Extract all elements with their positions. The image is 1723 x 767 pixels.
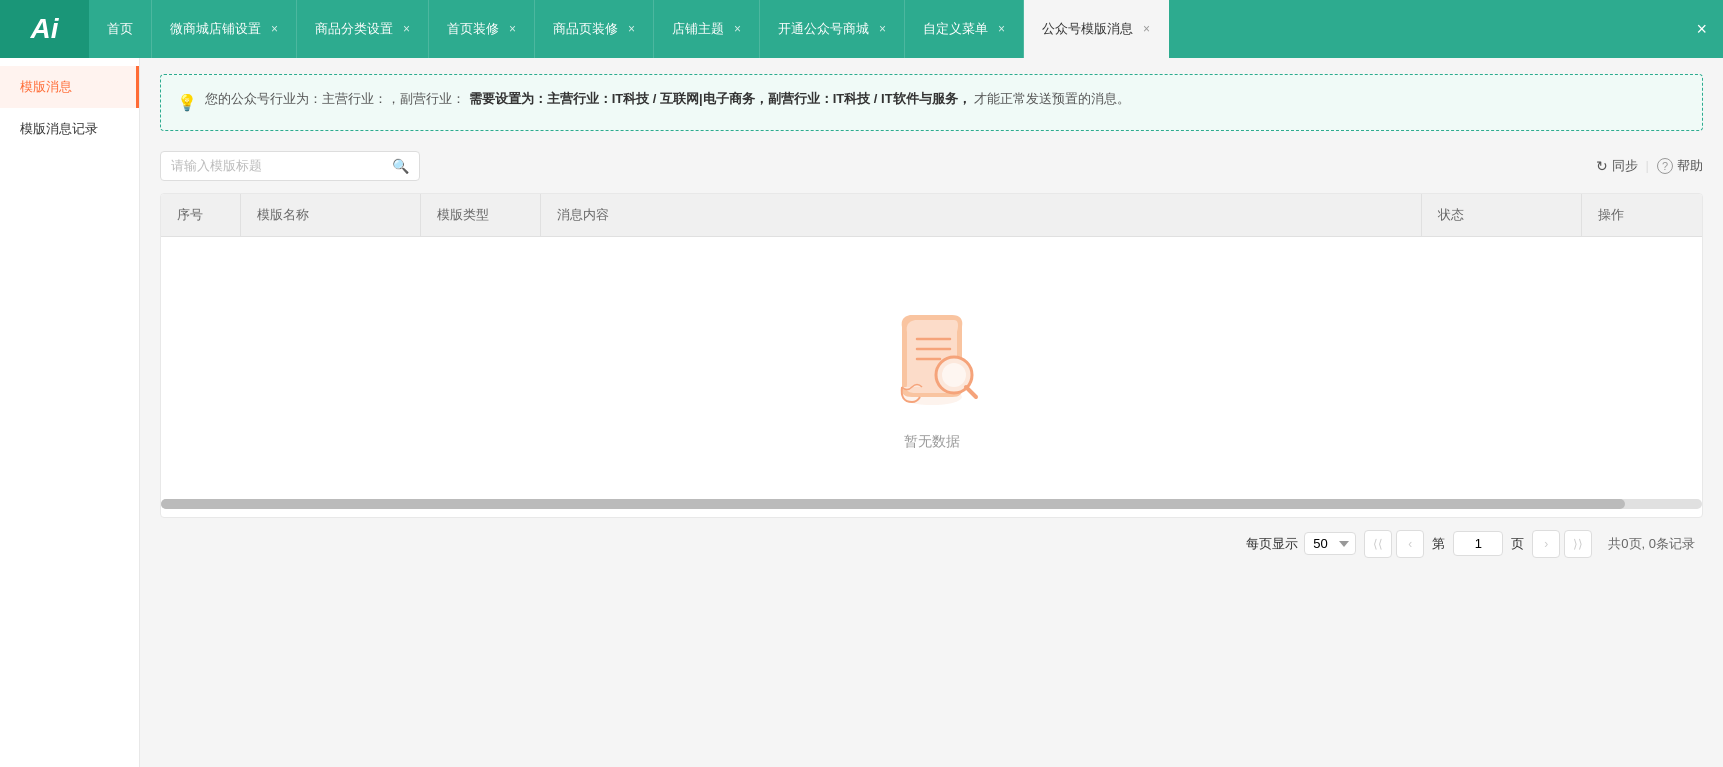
tab-home[interactable]: 首页 [89, 0, 152, 58]
notice-text: 您的公众号行业为：主营行业：，副营行业： 需要设置为：主营行业：IT科技 / 互… [205, 89, 1130, 110]
tab-product-decor-label: 商品页装修 [553, 20, 618, 38]
tab-homepage-decor-label: 首页装修 [447, 20, 499, 38]
search-input-wrap: 🔍 [160, 151, 420, 181]
table-header: 序号 模版名称 模版类型 消息内容 状态 操作 [161, 194, 1702, 237]
page-unit: 页 [1511, 535, 1524, 553]
help-button[interactable]: ? 帮助 [1657, 157, 1703, 175]
per-page-dropdown[interactable]: 50 10 20 100 [1304, 532, 1356, 555]
app-logo: Ai [0, 0, 89, 58]
empty-text: 暂无数据 [904, 433, 960, 451]
scrollbar-thumb [161, 499, 1625, 509]
sidebar-item-template-msg[interactable]: 模版消息 [0, 66, 139, 108]
tab-shop-setting-label: 微商城店铺设置 [170, 20, 261, 38]
tab-open-mall[interactable]: 开通公众号商城 × [760, 0, 905, 58]
tab-category-label: 商品分类设置 [315, 20, 393, 38]
tab-home-label: 首页 [107, 20, 133, 38]
total-info: 共0页, 0条记录 [1608, 535, 1695, 553]
tab-custom-menu-close[interactable]: × [998, 22, 1005, 36]
page-last-button[interactable]: ⟩⟩ [1564, 530, 1592, 558]
content-area: 💡 您的公众号行业为：主营行业：，副营行业： 需要设置为：主营行业：IT科技 /… [140, 58, 1723, 767]
svg-point-5 [942, 363, 966, 387]
col-content: 消息内容 [541, 194, 1422, 236]
empty-icon [872, 297, 992, 417]
tab-product-decor[interactable]: 商品页装修 × [535, 0, 654, 58]
data-table: 序号 模版名称 模版类型 消息内容 状态 操作 [160, 193, 1703, 518]
tab-template-msg-close[interactable]: × [1143, 22, 1150, 36]
toolbar-right: ↻ 同步 | ? 帮助 [1596, 157, 1703, 175]
main-layout: 模版消息 模版消息记录 💡 您的公众号行业为：主营行业：，副营行业： 需要设置为… [0, 58, 1723, 767]
sync-button[interactable]: ↻ 同步 [1596, 157, 1638, 175]
tab-homepage-decor[interactable]: 首页装修 × [429, 0, 535, 58]
tab-product-decor-close[interactable]: × [628, 22, 635, 36]
tab-theme-label: 店铺主题 [672, 20, 724, 38]
page-navigation: ⟨⟨ ‹ 第 页 › ⟩⟩ [1364, 530, 1592, 558]
sidebar-item-template-msg-record-label: 模版消息记录 [20, 121, 98, 136]
tab-shop-setting[interactable]: 微商城店铺设置 × [152, 0, 297, 58]
page-next-button[interactable]: › [1532, 530, 1560, 558]
page-input[interactable] [1453, 531, 1503, 556]
sync-icon: ↻ [1596, 158, 1608, 174]
search-button[interactable]: 🔍 [392, 158, 409, 174]
tab-category-close[interactable]: × [403, 22, 410, 36]
tab-theme-close[interactable]: × [734, 22, 741, 36]
tab-theme[interactable]: 店铺主题 × [654, 0, 760, 58]
horizontal-scrollbar[interactable] [161, 499, 1702, 509]
search-bar: 🔍 ↻ 同步 | ? 帮助 [160, 151, 1703, 181]
notice-prefix: 您的公众号行业为：主营行业：，副营行业： [205, 91, 465, 106]
empty-state: 暂无数据 [161, 237, 1702, 491]
nav-close-all-button[interactable]: × [1680, 19, 1723, 40]
col-index: 序号 [161, 194, 241, 236]
nav-tabs: 首页 微商城店铺设置 × 商品分类设置 × 首页装修 × 商品页装修 × 店铺主… [89, 0, 1680, 58]
tab-open-mall-close[interactable]: × [879, 22, 886, 36]
tab-custom-menu-label: 自定义菜单 [923, 20, 988, 38]
notice-highlight: 需要设置为：主营行业：IT科技 / 互联网|电子商务，副营行业：IT科技 / I… [469, 91, 971, 106]
notice-icon: 💡 [177, 90, 197, 116]
sidebar-item-template-msg-record[interactable]: 模版消息记录 [0, 108, 139, 150]
notice-box: 💡 您的公众号行业为：主营行业：，副营行业： 需要设置为：主营行业：IT科技 /… [160, 74, 1703, 131]
help-icon: ? [1657, 158, 1673, 174]
col-status: 状态 [1422, 194, 1582, 236]
sync-label: 同步 [1612, 157, 1638, 175]
top-nav: Ai 首页 微商城店铺设置 × 商品分类设置 × 首页装修 × 商品页装修 × … [0, 0, 1723, 58]
notice-suffix: 才能正常发送预置的消息。 [974, 91, 1130, 106]
page-first-button[interactable]: ⟨⟨ [1364, 530, 1392, 558]
tab-open-mall-label: 开通公众号商城 [778, 20, 869, 38]
svg-line-6 [966, 387, 976, 397]
page-prev-button[interactable]: ‹ [1396, 530, 1424, 558]
col-name: 模版名称 [241, 194, 421, 236]
col-action: 操作 [1582, 194, 1702, 236]
col-type: 模版类型 [421, 194, 541, 236]
tab-custom-menu[interactable]: 自定义菜单 × [905, 0, 1024, 58]
pagination: 每页显示 50 10 20 100 ⟨⟨ ‹ 第 页 › ⟩⟩ 共0页, 0条记… [160, 518, 1703, 570]
page-label: 第 [1432, 535, 1445, 553]
logo-text: Ai [31, 13, 59, 45]
sidebar-item-template-msg-label: 模版消息 [20, 79, 72, 94]
search-input[interactable] [171, 158, 386, 173]
tab-homepage-decor-close[interactable]: × [509, 22, 516, 36]
help-label: 帮助 [1677, 157, 1703, 175]
tab-template-msg-label: 公众号模版消息 [1042, 20, 1133, 38]
sidebar: 模版消息 模版消息记录 [0, 58, 140, 767]
tab-template-msg[interactable]: 公众号模版消息 × [1024, 0, 1169, 58]
per-page-select: 每页显示 50 10 20 100 [1246, 532, 1356, 555]
tab-shop-setting-close[interactable]: × [271, 22, 278, 36]
tab-category[interactable]: 商品分类设置 × [297, 0, 429, 58]
per-page-label: 每页显示 [1246, 535, 1298, 553]
toolbar-divider: | [1646, 158, 1649, 173]
